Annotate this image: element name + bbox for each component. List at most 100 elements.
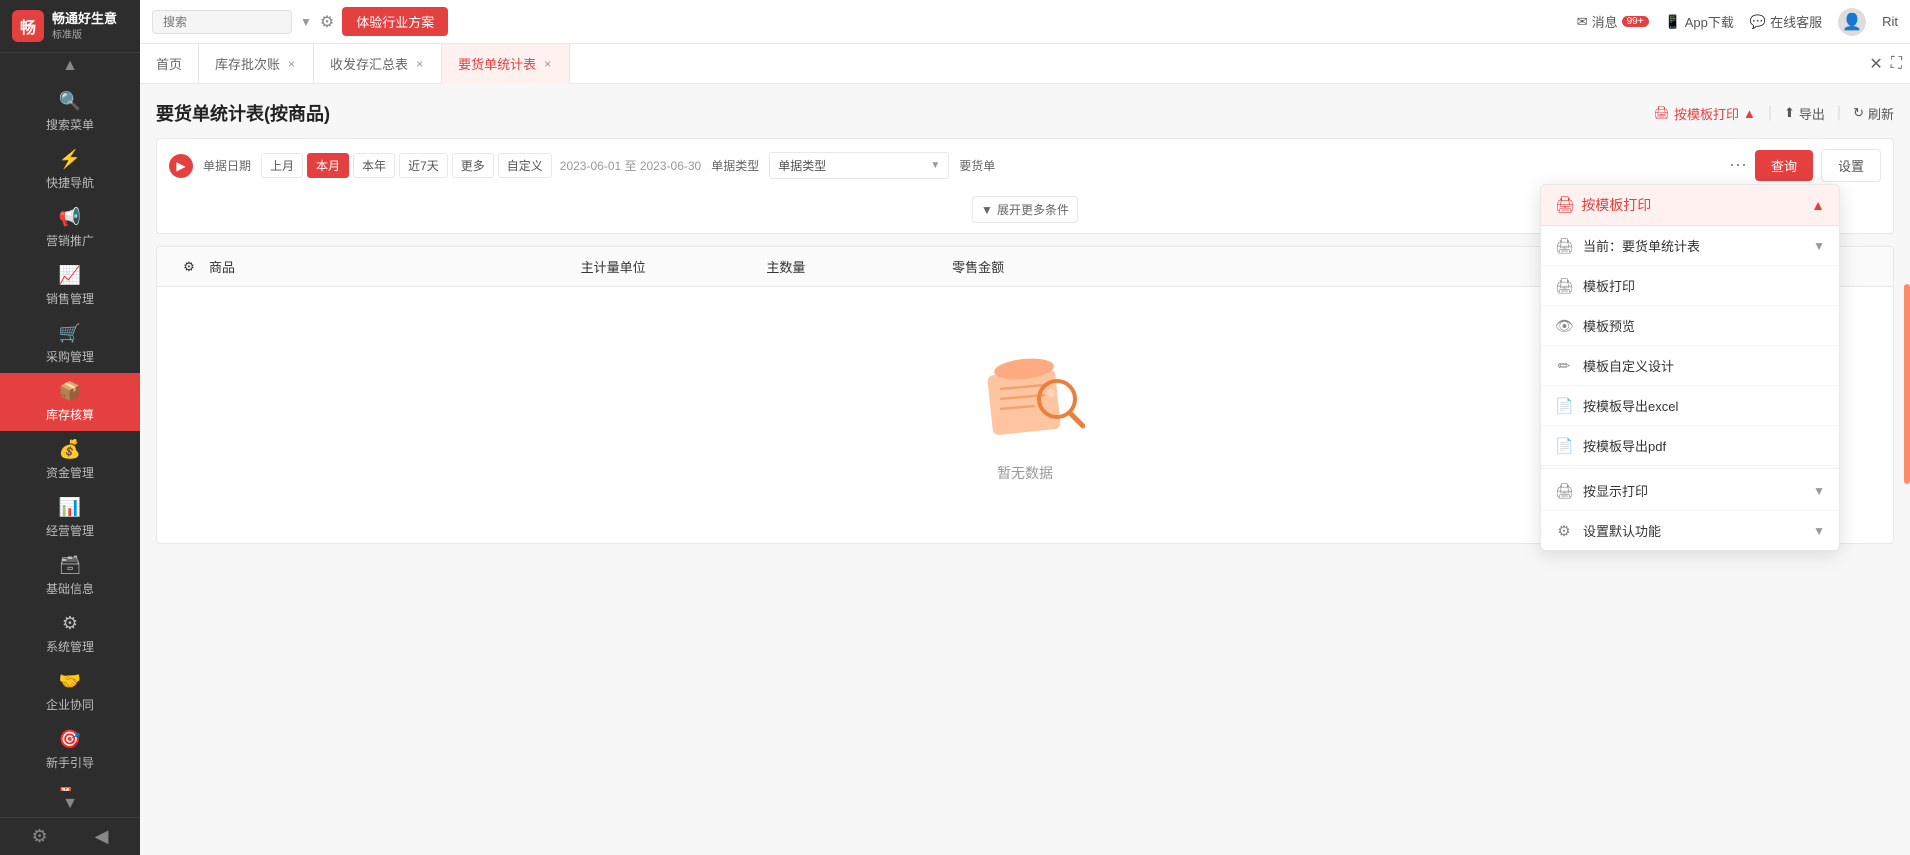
template-print-btn[interactable]: 🖨 按模板打印 ▲ [1653,104,1755,123]
sidebar-item-inventory[interactable]: 📦 库存核算 [0,373,140,431]
sidebar-item-shortcut[interactable]: ⚡ 快捷导航 [0,141,140,199]
dropdown-template-custom[interactable]: ✏ 模板自定义设计 [1541,346,1839,386]
tab-receipt-summary[interactable]: 收发存汇总表 × [314,44,442,84]
sidebar-scroll-up[interactable]: ▲ [0,53,140,79]
avatar-icon: 👤 [1842,12,1862,32]
close-win-icon[interactable]: ✕ [1869,54,1882,74]
display-print-icon: 🖨 [1555,482,1573,500]
sidebar-item-operations[interactable]: 📊 经营管理 [0,489,140,547]
dropdown-header: 🖨 按模板打印 ▲ [1541,185,1839,226]
topbar-actions: ✉ 消息 99+ 📱 App下载 💬 在线客服 👤 Rit [1577,8,1898,36]
template-custom-icon: ✏ [1555,357,1573,375]
window-controls: ✕ ⛶ [1861,54,1910,74]
sidebar-item-label: 库存核算 [46,406,94,423]
dropdown-divider [1541,468,1839,469]
gear-icon[interactable]: ⚙ [320,12,334,32]
export-btn[interactable]: ⬆ 导出 [1784,104,1825,123]
refresh-label: 刷新 [1868,104,1894,123]
app-name: 畅通好生意 [52,11,117,27]
avatar[interactable]: 👤 [1838,8,1866,36]
expand-more-btn[interactable]: ▼ 展开更多条件 [972,196,1078,223]
sidebar-item-marketing[interactable]: 📢 营销推广 [0,199,140,257]
settings-footer-icon[interactable]: ⚙ [32,826,48,847]
tab-inventory-batch-close[interactable]: × [286,55,297,73]
sidebar-item-sales[interactable]: 📈 销售管理 [0,257,140,315]
message-badge: 99+ [1622,16,1649,27]
date-more-btn[interactable]: 更多 [452,153,494,178]
export-icon: ⬆ [1784,105,1795,121]
maximize-win-icon[interactable]: ⛶ [1891,55,1902,73]
message-btn[interactable]: ✉ 消息 99+ [1577,12,1649,31]
sidebar-item-appstore[interactable]: 🏪 应用中心 [0,779,140,791]
tab-receipt-summary-close[interactable]: × [414,55,425,73]
fold-sidebar-icon[interactable]: ◀ [95,826,109,847]
search-chevron-icon[interactable]: ▼ [300,15,312,29]
sidebar-item-label: 经营管理 [46,522,94,539]
app-badge: 标准版 [52,26,117,41]
filter-row-1: ▶ 单据日期 上月 本月 本年 近7天 更多 自定义 2023-06-01 至 … [169,149,1881,182]
dropdown-template-preview[interactable]: 👁 模板预览 [1541,306,1839,346]
tab-inventory-batch[interactable]: 库存批次账 × [199,44,314,84]
sidebar-item-finance[interactable]: 💰 资金管理 [0,431,140,489]
date-current-year-btn[interactable]: 本年 [353,153,395,178]
sidebar-item-label: 销售管理 [46,290,94,307]
dropdown-export-excel[interactable]: 📄 按模板导出excel [1541,386,1839,426]
order-type-text: 单据类型 [778,157,826,174]
sidebar-item-guide[interactable]: 🎯 新手引导 [0,721,140,779]
sidebar-item-search[interactable]: 🔍 搜索菜单 [0,83,140,141]
marketing-icon: 📢 [59,207,81,228]
tab-home[interactable]: 首页 [140,44,199,84]
username[interactable]: Rit [1882,14,1898,29]
date-last-month-btn[interactable]: 上月 [261,153,303,178]
order-goods-label: 要货单 [959,157,995,174]
template-icon: 🖨 [1555,237,1573,255]
dropdown-export-excel-label: 按模板导出excel [1583,396,1678,415]
dropdown-display-print[interactable]: 🖨 按显示打印 ▼ [1541,471,1839,511]
dropdown-header-arrow[interactable]: ▲ [1811,197,1825,213]
tab-order-stats-label: 要货单统计表 [458,54,536,73]
query-btn[interactable]: 查询 [1755,150,1813,181]
sidebar-item-label: 快捷导航 [46,174,94,191]
sidebar-scroll-down[interactable]: ▼ [0,791,140,817]
dropdown-set-default[interactable]: ⚙ 设置默认功能 ▼ [1541,511,1839,550]
sidebar-item-basic[interactable]: 🗃 基础信息 [0,547,140,605]
date-custom-btn[interactable]: 自定义 [498,153,552,178]
tab-receipt-summary-label: 收发存汇总表 [330,54,408,73]
basic-icon: 🗃 [59,555,82,576]
sidebar-item-collab[interactable]: 🤝 企业协同 [0,663,140,721]
tab-order-stats[interactable]: 要货单统计表 × [442,44,570,84]
operations-icon: 📊 [59,497,81,518]
th-settings[interactable]: ⚙ [169,259,209,275]
dropdown-current-template[interactable]: 🖨 当前：要货单统计表 ▼ [1541,226,1839,266]
dropdown-export-pdf[interactable]: 📄 按模板导出pdf [1541,426,1839,466]
order-type-label: 单据类型 [711,157,759,174]
sidebar-item-system[interactable]: ⚙ 系统管理 [0,605,140,663]
refresh-btn[interactable]: ↻ 刷新 [1853,104,1894,123]
settings-btn[interactable]: 设置 [1821,149,1881,182]
dropdown-template-print-label: 模板打印 [1583,276,1635,295]
app-download-btn[interactable]: 📱 App下载 [1665,12,1734,31]
sidebar-item-purchase[interactable]: 🛒 采购管理 [0,315,140,373]
template-preview-icon: 👁 [1555,317,1573,335]
order-type-select[interactable]: 单据类型 ▼ [769,152,949,179]
sidebar: 畅 畅通好生意 标准版 ▲ 🔍 搜索菜单 ⚡ 快捷导航 📢 营销推广 📈 销售管… [0,0,140,855]
experience-btn[interactable]: 体验行业方案 [342,7,448,36]
filter-expand-icon[interactable]: ▶ [169,154,193,178]
online-service-btn[interactable]: 💬 在线客服 [1750,12,1822,31]
date-last-7days-btn[interactable]: 近7天 [399,153,448,178]
inventory-icon: 📦 [59,381,81,402]
tab-inventory-batch-label: 库存批次账 [215,54,280,73]
tab-order-stats-close[interactable]: × [542,55,553,73]
download-icon: 📱 [1665,14,1681,30]
dropdown-template-print[interactable]: 🖨 模板打印 [1541,266,1839,306]
date-current-month-btn[interactable]: 本月 [307,153,349,178]
page-actions: 🖨 按模板打印 ▲ | ⬆ 导出 | ↻ 刷新 [1653,104,1894,123]
more-options-icon[interactable]: ⋯ [1729,155,1747,176]
set-default-icon: ⚙ [1555,522,1573,540]
scroll-accent [1904,284,1910,484]
sidebar-item-label: 企业协同 [46,696,94,713]
purchase-icon: 🛒 [59,323,81,344]
message-icon: ✉ [1577,14,1588,30]
search-input[interactable] [152,10,292,34]
template-print-label: 按模板打印 [1674,104,1739,123]
